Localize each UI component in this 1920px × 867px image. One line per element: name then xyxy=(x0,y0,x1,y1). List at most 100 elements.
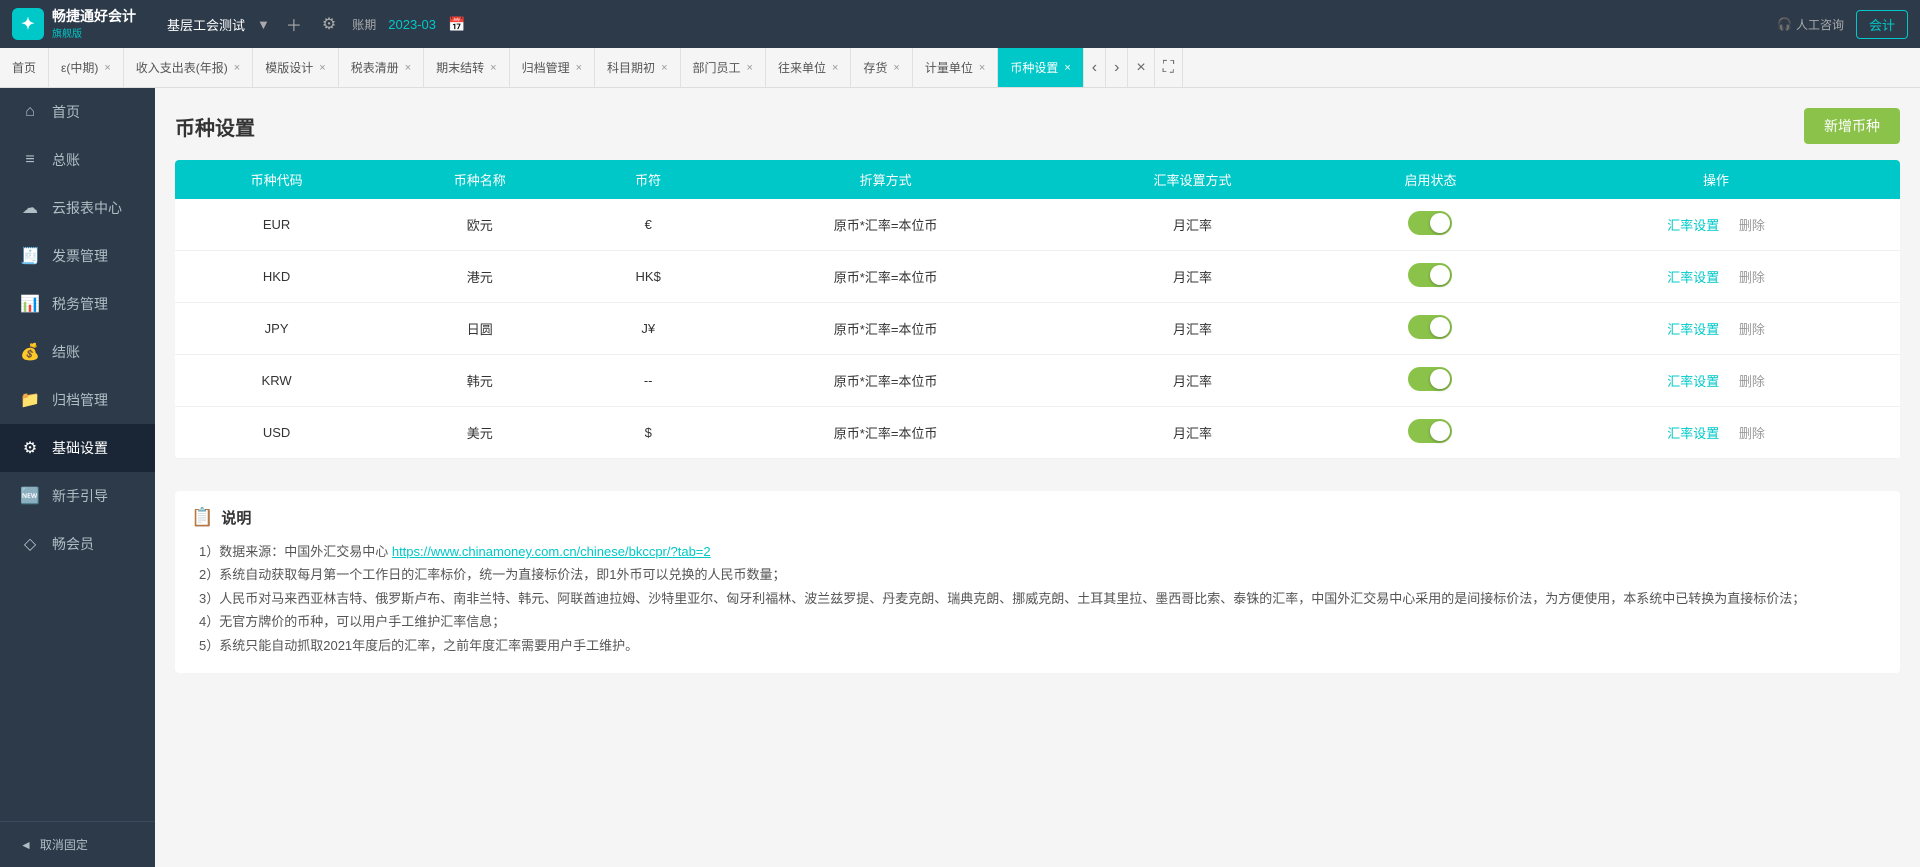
sidebar-item-guide[interactable]: 🆕 新手引导 xyxy=(0,472,155,520)
tab-prev-button[interactable]: ‹ xyxy=(1084,48,1106,87)
tab-close-icon[interactable]: × xyxy=(1064,62,1070,74)
sidebar: ⌂ 首页 ≡ 总账 ☁ 云报表中心 🧾 发票管理 📊 税务管理 💰 结账 📁 归… xyxy=(0,88,155,867)
delete-link[interactable]: 删除 xyxy=(1739,322,1765,337)
tab-inventory[interactable]: 存货 × xyxy=(851,48,912,87)
tab-close-icon[interactable]: × xyxy=(747,62,753,74)
delete-link[interactable]: 删除 xyxy=(1739,374,1765,389)
notice-title: 📋 说明 xyxy=(191,507,1884,528)
currency-table: 币种代码 币种名称 币符 折算方式 汇率设置方式 启用状态 操作 EUR 欧元 … xyxy=(175,160,1900,459)
tab-close-icon[interactable]: × xyxy=(319,62,325,74)
status-toggle[interactable] xyxy=(1408,263,1452,287)
col-code: 币种代码 xyxy=(175,160,378,199)
tab-currency[interactable]: 币种设置 × xyxy=(998,48,1083,87)
sidebar-item-home[interactable]: ⌂ 首页 xyxy=(0,88,155,136)
table-row: KRW 韩元 -- 原币*汇率=本位币 月汇率 汇率设置 删除 xyxy=(175,355,1900,407)
tab-close-icon[interactable]: × xyxy=(234,62,240,74)
col-rate-type: 汇率设置方式 xyxy=(1056,160,1329,199)
settings-gear-icon: ⚙ xyxy=(20,438,40,458)
tab-label: 税表清册 xyxy=(351,59,399,76)
page-title-row: 币种设置 新增币种 xyxy=(175,108,1900,144)
tab-home[interactable]: 首页 xyxy=(0,48,49,87)
tab-close-icon[interactable]: × xyxy=(893,62,899,74)
tab-close-icon[interactable]: × xyxy=(104,62,110,74)
rate-setting-link[interactable]: 汇率设置 xyxy=(1667,374,1719,389)
calendar-icon[interactable]: 📅 xyxy=(448,16,465,33)
tab-close-icon[interactable]: × xyxy=(832,62,838,74)
sidebar-item-label: 新手引导 xyxy=(52,486,108,506)
settings-icon[interactable]: ⚙ xyxy=(318,14,340,34)
tab-close-icon[interactable]: × xyxy=(979,62,985,74)
sidebar-item-archive[interactable]: 📁 归档管理 xyxy=(0,376,155,424)
sidebar-pin-toggle[interactable]: ◄ 取消固定 xyxy=(0,821,155,867)
service-button[interactable]: 🎧 人工咨询 xyxy=(1777,16,1844,33)
notice-item: 5）系统只能自动抓取2021年度后的汇率，之前年度汇率需要用户手工维护。 xyxy=(191,634,1884,657)
status-toggle[interactable] xyxy=(1408,315,1452,339)
cell-calc: 原币*汇率=本位币 xyxy=(715,251,1056,303)
sidebar-item-ledger[interactable]: ≡ 总账 xyxy=(0,136,155,184)
tab-contacts[interactable]: 往来单位 × xyxy=(766,48,851,87)
status-toggle[interactable] xyxy=(1408,367,1452,391)
add-icon[interactable]: ＋ xyxy=(282,12,306,36)
rate-setting-link[interactable]: 汇率设置 xyxy=(1667,426,1719,441)
cell-name: 美元 xyxy=(378,407,581,459)
cloud-icon: ☁ xyxy=(20,198,40,218)
cell-code: JPY xyxy=(175,303,378,355)
sidebar-item-label: 云报表中心 xyxy=(52,198,122,218)
status-toggle[interactable] xyxy=(1408,211,1452,235)
cell-calc: 原币*汇率=本位币 xyxy=(715,303,1056,355)
tab-close-icon[interactable]: × xyxy=(661,62,667,74)
tab-close-all-button[interactable]: × xyxy=(1128,48,1154,87)
tab-annual[interactable]: 收入支出表(年报) × xyxy=(124,48,253,87)
tab-label: 部门员工 xyxy=(693,59,741,76)
tab-label: 存货 xyxy=(863,59,887,76)
tab-units[interactable]: 计量单位 × xyxy=(913,48,998,87)
sidebar-item-invoice[interactable]: 🧾 发票管理 xyxy=(0,232,155,280)
tab-midterm[interactable]: ε(中期) × xyxy=(49,48,124,87)
pin-label: 取消固定 xyxy=(40,836,88,853)
sidebar-item-tax[interactable]: 📊 税务管理 xyxy=(0,280,155,328)
status-toggle[interactable] xyxy=(1408,419,1452,443)
tab-template[interactable]: 模版设计 × xyxy=(253,48,338,87)
sidebar-item-settings[interactable]: ⚙ 基础设置 xyxy=(0,424,155,472)
cell-action: 汇率设置 删除 xyxy=(1532,303,1900,355)
cell-status xyxy=(1329,355,1532,407)
delete-link[interactable]: 删除 xyxy=(1739,270,1765,285)
period-label: 账期 xyxy=(352,16,376,33)
tab-subject-init[interactable]: 科目期初 × xyxy=(595,48,680,87)
new-currency-button[interactable]: 新增币种 xyxy=(1804,108,1900,144)
cell-calc: 原币*汇率=本位币 xyxy=(715,199,1056,251)
tab-tax-list[interactable]: 税表清册 × xyxy=(339,48,424,87)
content-area: 币种设置 新增币种 币种代码 币种名称 币符 折算方式 汇率设置方式 启用状态 … xyxy=(155,88,1920,867)
sidebar-item-settle[interactable]: 💰 结账 xyxy=(0,328,155,376)
notice-icon: 📋 xyxy=(191,507,213,528)
cell-symbol: $ xyxy=(581,407,715,459)
settle-icon: 💰 xyxy=(20,342,40,362)
delete-link[interactable]: 删除 xyxy=(1739,426,1765,441)
rate-setting-link[interactable]: 汇率设置 xyxy=(1667,270,1719,285)
company-dropdown-icon[interactable]: ▼ xyxy=(257,17,270,32)
delete-link[interactable]: 删除 xyxy=(1739,218,1765,233)
tab-close-icon[interactable]: × xyxy=(405,62,411,74)
cell-code: HKD xyxy=(175,251,378,303)
sidebar-item-member[interactable]: ◇ 畅会员 xyxy=(0,520,155,568)
rate-setting-link[interactable]: 汇率设置 xyxy=(1667,218,1719,233)
table-row: EUR 欧元 € 原币*汇率=本位币 月汇率 汇率设置 删除 xyxy=(175,199,1900,251)
tab-archive[interactable]: 归档管理 × xyxy=(510,48,595,87)
logo-area: ✦ 畅捷通好会计 旗舰版 xyxy=(12,8,167,40)
cell-name: 韩元 xyxy=(378,355,581,407)
tab-label: 往来单位 xyxy=(778,59,826,76)
tab-period-close[interactable]: 期末结转 × xyxy=(424,48,509,87)
account-button[interactable]: 会计 xyxy=(1856,10,1908,39)
tab-label: ε(中期) xyxy=(61,59,98,76)
cell-calc: 原币*汇率=本位币 xyxy=(715,355,1056,407)
rate-setting-link[interactable]: 汇率设置 xyxy=(1667,322,1719,337)
tab-expand-button[interactable]: ⛶ xyxy=(1155,48,1183,87)
tab-dept-staff[interactable]: 部门员工 × xyxy=(681,48,766,87)
tab-label: 计量单位 xyxy=(925,59,973,76)
tab-close-icon[interactable]: × xyxy=(576,62,582,74)
tab-next-button[interactable]: › xyxy=(1106,48,1128,87)
sidebar-item-report[interactable]: ☁ 云报表中心 xyxy=(0,184,155,232)
table-row: USD 美元 $ 原币*汇率=本位币 月汇率 汇率设置 删除 xyxy=(175,407,1900,459)
tab-close-icon[interactable]: × xyxy=(490,62,496,74)
notice-link[interactable]: https://www.chinamoney.com.cn/chinese/bk… xyxy=(392,544,711,559)
